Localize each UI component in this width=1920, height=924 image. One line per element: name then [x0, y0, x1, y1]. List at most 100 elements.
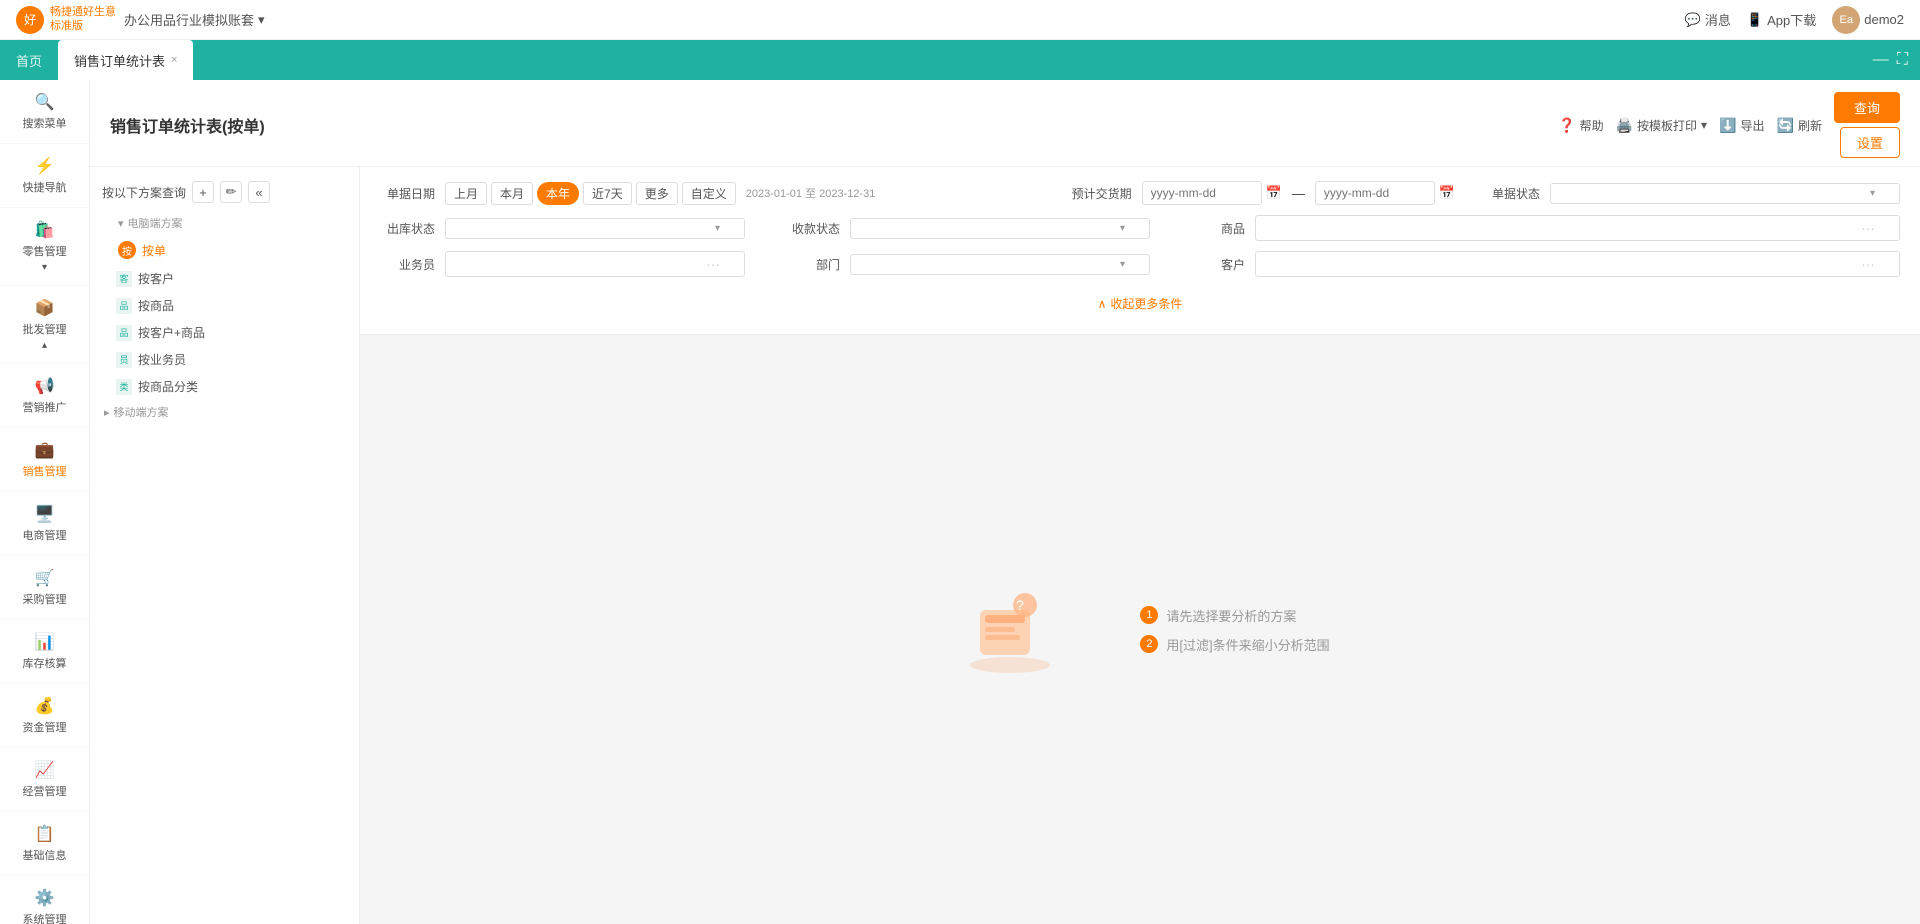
add-scheme-btn[interactable]: + [192, 181, 214, 203]
user-area[interactable]: Ea demo2 [1832, 6, 1904, 34]
sidebar-label-search: 搜索菜单 [23, 115, 67, 131]
logo-text: 畅捷通好生意 标准版 [50, 6, 116, 32]
close-tab-icon[interactable]: × [171, 54, 177, 66]
empty-illustration: ? [950, 580, 1070, 680]
date-separator: — [1292, 186, 1305, 201]
content-area: 销售订单统计表(按单) ❓ 帮助 🖨️ 按模板打印 ▾ ⬇️ 导出 🔄 刷新 [90, 80, 1920, 924]
dept-arrow-icon: ▾ [1120, 259, 1125, 270]
basic-icon: 📋 [35, 824, 55, 844]
sidebar-item-marketing[interactable]: 📢 营销推广 [0, 364, 89, 428]
sidebar-item-sales[interactable]: 💼 销售管理 [0, 428, 89, 492]
sidebar-item-search[interactable]: 🔍 搜索菜单 [0, 80, 89, 144]
doc-status-select[interactable]: ▾ [1550, 183, 1900, 204]
by-salesperson-icon: 员 [116, 352, 132, 368]
payment-status-label: 收款状态 [785, 220, 840, 237]
sidebar-item-inventory[interactable]: 📊 库存核算 [0, 620, 89, 684]
logo-icon: 好 [16, 6, 44, 34]
tab-home[interactable]: 首页 [0, 40, 58, 80]
sidebar-label-retail: 零售管理 [23, 243, 67, 259]
ship-status-select[interactable]: ▾ [445, 218, 745, 239]
date-btn-last-month[interactable]: 上月 [445, 182, 487, 205]
page-header: 销售订单统计表(按单) ❓ 帮助 🖨️ 按模板打印 ▾ ⬇️ 导出 🔄 刷新 [90, 80, 1920, 167]
payment-status-select[interactable]: ▾ [850, 218, 1150, 239]
customer-dots-icon[interactable]: ··· [1861, 256, 1875, 272]
calendar-end-icon[interactable]: 📅 [1439, 185, 1455, 201]
scheme-by-cust-prod[interactable]: 品 按客户+商品 [104, 319, 359, 346]
expected-date-end-input[interactable] [1315, 181, 1435, 205]
date-btn-this-month[interactable]: 本月 [491, 182, 533, 205]
tab-sales-label: 销售订单统计表 [74, 51, 165, 70]
collapse-bar[interactable]: ∧ 收起更多条件 [380, 287, 1900, 320]
scheme-by-customer[interactable]: 客 按客户 [104, 265, 359, 292]
refresh-btn[interactable]: 🔄 刷新 [1777, 117, 1822, 134]
sidebar-label-inventory: 库存核算 [23, 655, 67, 671]
query-button[interactable]: 查询 [1834, 92, 1900, 123]
help-btn[interactable]: ❓ 帮助 [1558, 117, 1603, 134]
retail-arrow-icon: ▾ [42, 262, 47, 273]
date-btn-more[interactable]: 更多 [636, 182, 678, 205]
sidebar-item-basic[interactable]: 📋 基础信息 [0, 812, 89, 876]
template-print-btn[interactable]: 🖨️ 按模板打印 ▾ [1616, 117, 1707, 134]
scheme-by-product[interactable]: 品 按商品 [104, 292, 359, 319]
mobile-group-toggle[interactable]: ▸ 移动端方案 [90, 400, 359, 424]
product-dots-icon[interactable]: ··· [1861, 220, 1875, 236]
expand-icon[interactable]: ⛶ [1897, 51, 1908, 69]
product-select[interactable]: ··· [1255, 215, 1900, 241]
sidebar-item-wholesale[interactable]: 📦 批发管理 ▴ [0, 286, 89, 364]
date-btn-last-7[interactable]: 近7天 [583, 182, 632, 205]
by-category-icon: 类 [116, 379, 132, 395]
page-title: 销售订单统计表(按单) [110, 113, 265, 137]
scheme-by-order-label: 按单 [142, 242, 166, 259]
tab-home-label: 首页 [16, 51, 42, 70]
salesperson-dots-icon[interactable]: ··· [706, 256, 720, 272]
sidebar-item-finance[interactable]: 💰 资金管理 [0, 684, 89, 748]
date-btn-custom[interactable]: 自定义 [682, 182, 736, 205]
scheme-by-salesperson[interactable]: 员 按业务员 [104, 346, 359, 373]
collapse-label: 收起更多条件 [1110, 295, 1182, 312]
sidebar-label-system: 系统管理 [23, 911, 67, 924]
expected-date-label: 预计交货期 [1072, 185, 1132, 202]
mobile-group-arrow-icon: ▸ [104, 406, 110, 419]
sidebar-label-sales: 销售管理 [23, 463, 67, 479]
message-btn[interactable]: 💬 消息 [1685, 10, 1731, 29]
settings-button[interactable]: 设置 [1840, 127, 1900, 158]
sidebar-item-quicknav[interactable]: ⚡ 快捷导航 [0, 144, 89, 208]
payment-status-arrow-icon: ▾ [1120, 223, 1125, 234]
hint-text-1: 请先选择要分析的方案 [1166, 606, 1296, 625]
expected-date-start-input[interactable] [1142, 181, 1262, 205]
scheme-by-category[interactable]: 类 按商品分类 [104, 373, 359, 400]
export-btn[interactable]: ⬇️ 导出 [1719, 117, 1764, 134]
filter-row-3: 业务员 ··· 部门 ▾ 客户 ··· [380, 251, 1900, 277]
dept-select[interactable]: ▾ [850, 254, 1150, 275]
tab-sales-stat[interactable]: 销售订单统计表 × [58, 40, 193, 80]
user-name: demo2 [1864, 12, 1904, 27]
workspace-selector[interactable]: 办公用品行业模拟账套 ▾ [124, 10, 265, 29]
doc-status-label: 单据状态 [1485, 185, 1540, 202]
pc-group-label: 电脑端方案 [128, 215, 183, 231]
sidebar-item-retail[interactable]: 🛍️ 零售管理 ▾ [0, 208, 89, 286]
hint-text-2: 用[过滤]条件来缩小分析范围 [1166, 635, 1329, 654]
ship-status-arrow-icon: ▾ [715, 223, 720, 234]
edit-scheme-btn[interactable]: ✏ [220, 181, 242, 203]
dept-label: 部门 [785, 256, 840, 273]
ecommerce-icon: 🖥️ [35, 504, 55, 524]
minimize-icon[interactable]: — [1873, 51, 1889, 69]
app-download-btn[interactable]: 📱 App下载 [1747, 10, 1816, 29]
logo-area: 好 畅捷通好生意 标准版 [16, 6, 116, 34]
scheme-by-order[interactable]: 按 按单 [104, 235, 359, 265]
salesperson-select[interactable]: ··· [445, 251, 745, 277]
sidebar-item-system[interactable]: ⚙️ 系统管理 [0, 876, 89, 924]
date-btn-this-year[interactable]: 本年 [537, 182, 579, 205]
pc-group-toggle[interactable]: ▾ 电脑端方案 [104, 211, 359, 235]
svg-text:?: ? [1016, 597, 1024, 613]
calendar-start-icon[interactable]: 📅 [1266, 185, 1282, 201]
customer-select[interactable]: ··· [1255, 251, 1900, 277]
ship-status-label: 出库状态 [380, 220, 435, 237]
hint-number-1: 1 [1140, 606, 1158, 624]
sidebar-item-ecommerce[interactable]: 🖥️ 电商管理 [0, 492, 89, 556]
collapse-scheme-btn[interactable]: « [248, 181, 270, 203]
sidebar-item-operations[interactable]: 📈 经营管理 [0, 748, 89, 812]
sidebar-item-purchase[interactable]: 🛒 采购管理 [0, 556, 89, 620]
refresh-label: 刷新 [1798, 117, 1822, 134]
print-arrow-icon: ▾ [1701, 118, 1707, 132]
